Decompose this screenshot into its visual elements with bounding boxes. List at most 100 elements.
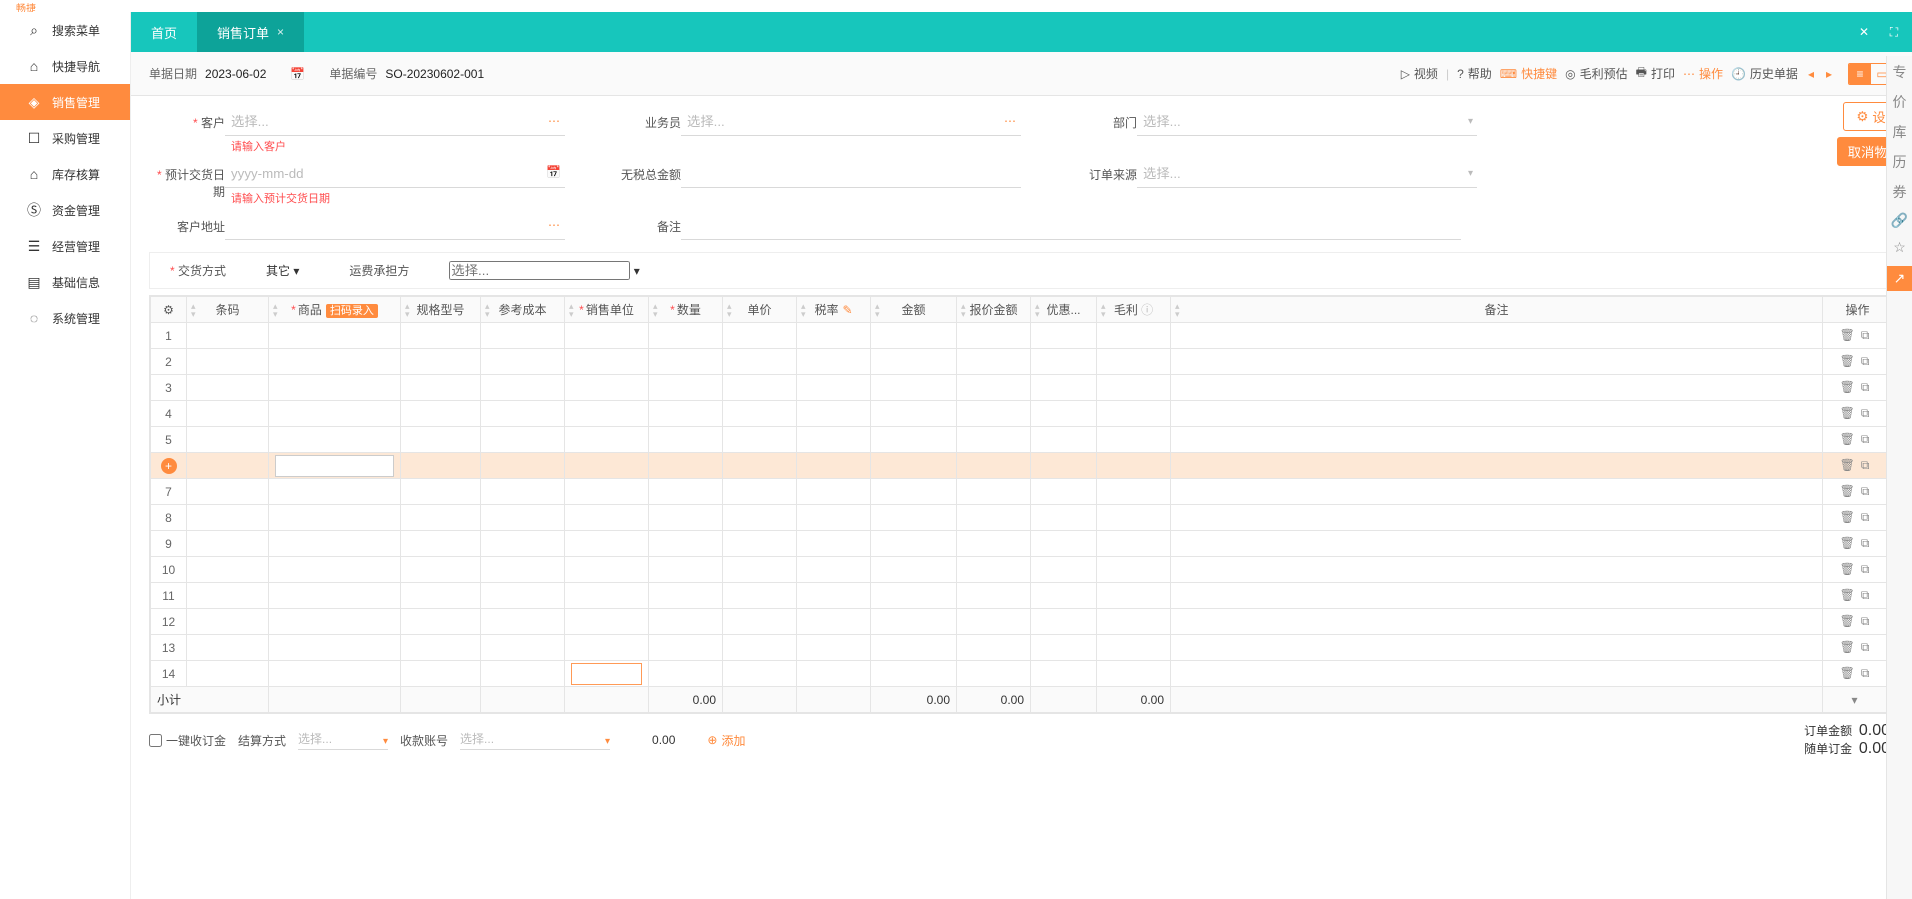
table-row[interactable]: 7🗑⧉ [151, 479, 1893, 505]
cell[interactable] [187, 323, 269, 349]
delete-icon[interactable]: 🗑 [1840, 536, 1861, 550]
cell[interactable] [187, 401, 269, 427]
table-row[interactable]: 8🗑⧉ [151, 505, 1893, 531]
cell[interactable] [871, 453, 957, 479]
cell[interactable] [187, 505, 269, 531]
cell[interactable] [957, 349, 1031, 375]
cell[interactable] [797, 609, 871, 635]
close-icon[interactable]: × [277, 25, 284, 39]
cell[interactable] [1097, 505, 1171, 531]
cell[interactable] [1171, 479, 1823, 505]
col-quote[interactable]: ▴▾报价金额 [957, 297, 1031, 323]
sidebar-item-business[interactable]: ☰ 经营管理 [0, 228, 130, 264]
rail-star-icon[interactable]: ☆ [1893, 239, 1906, 256]
cell[interactable] [871, 323, 957, 349]
table-row[interactable]: 11🗑⧉ [151, 583, 1893, 609]
table-row[interactable]: 12🗑⧉ [151, 609, 1893, 635]
cell[interactable] [481, 375, 565, 401]
cell[interactable] [1031, 323, 1097, 349]
cell[interactable] [723, 323, 797, 349]
copy-icon[interactable]: ⧉ [1861, 536, 1876, 550]
cell[interactable] [649, 479, 723, 505]
cell[interactable] [401, 661, 481, 687]
cell[interactable] [187, 635, 269, 661]
delete-icon[interactable]: 🗑 [1840, 614, 1861, 628]
cell[interactable] [1097, 661, 1171, 687]
cell[interactable] [401, 583, 481, 609]
cell[interactable] [1031, 583, 1097, 609]
account-select[interactable]: 选择...▾ [460, 730, 610, 750]
delete-icon[interactable]: 🗑 [1840, 380, 1861, 394]
col-unit[interactable]: ▴▾*销售单位 [565, 297, 649, 323]
cell[interactable] [1097, 609, 1171, 635]
cell[interactable] [187, 453, 269, 479]
table-row[interactable]: 4🗑⧉ [151, 401, 1893, 427]
delete-icon[interactable]: 🗑 [1840, 432, 1861, 446]
copy-icon[interactable]: ⧉ [1861, 484, 1876, 498]
cell[interactable] [269, 401, 401, 427]
edit-icon[interactable]: ✎ [842, 303, 852, 317]
settle-select[interactable]: 选择...▾ [298, 730, 388, 750]
copy-icon[interactable]: ⧉ [1861, 666, 1876, 680]
cell[interactable] [481, 531, 565, 557]
cell[interactable] [957, 427, 1031, 453]
col-taxrate[interactable]: ▴▾税率✎ [797, 297, 871, 323]
video-button[interactable]: ▷ 视频 [1401, 65, 1438, 82]
cell[interactable] [481, 401, 565, 427]
cell[interactable] [723, 557, 797, 583]
customer-input[interactable] [225, 108, 565, 136]
tabs-fullscreen-button[interactable]: ⛶ [1884, 25, 1904, 40]
col-discount[interactable]: ▴▾优惠... [1031, 297, 1097, 323]
lookup-icon[interactable]: ⋯ [548, 218, 561, 232]
cell[interactable] [1031, 427, 1097, 453]
cell[interactable] [1171, 661, 1823, 687]
cell[interactable] [1171, 557, 1823, 583]
copy-icon[interactable]: ⧉ [1861, 588, 1876, 602]
delete-icon[interactable]: 🗑 [1840, 640, 1861, 654]
cell[interactable] [723, 583, 797, 609]
row-ops[interactable]: 🗑⧉ [1823, 323, 1893, 349]
list-view-icon[interactable]: ≡ [1849, 64, 1871, 84]
cell[interactable] [269, 661, 401, 687]
cell[interactable] [871, 505, 957, 531]
cell[interactable] [871, 557, 957, 583]
cell[interactable] [1097, 583, 1171, 609]
cell[interactable] [871, 531, 957, 557]
cell[interactable] [269, 375, 401, 401]
cell[interactable] [269, 609, 401, 635]
rail-item[interactable]: 库 [1893, 122, 1907, 142]
doc-date-value[interactable]: 2023-06-02 [205, 67, 266, 81]
cell[interactable] [481, 323, 565, 349]
cell[interactable] [481, 427, 565, 453]
cell[interactable] [1031, 505, 1097, 531]
row-ops[interactable]: 🗑⧉ [1823, 661, 1893, 687]
cell[interactable] [187, 609, 269, 635]
copy-icon[interactable]: ⧉ [1861, 380, 1876, 394]
cell[interactable] [797, 635, 871, 661]
cell[interactable] [957, 453, 1031, 479]
delete-icon[interactable]: 🗑 [1840, 406, 1861, 420]
copy-icon[interactable]: ⧉ [1861, 406, 1876, 420]
cell[interactable] [957, 557, 1031, 583]
cell[interactable] [871, 401, 957, 427]
cell[interactable] [1031, 453, 1097, 479]
cell[interactable] [723, 479, 797, 505]
cell[interactable] [1171, 375, 1823, 401]
row-ops[interactable]: 🗑⧉ [1823, 479, 1893, 505]
calendar-icon[interactable]: 📅 [546, 165, 561, 179]
rail-item[interactable]: 专 [1893, 62, 1907, 82]
cell[interactable] [1031, 557, 1097, 583]
table-row[interactable]: +🗑⧉ [151, 453, 1893, 479]
copy-icon[interactable]: ⧉ [1861, 458, 1876, 472]
cell[interactable] [1031, 479, 1097, 505]
cell[interactable] [187, 557, 269, 583]
chevron-down-icon[interactable]: ▾ [1468, 168, 1473, 179]
table-row[interactable]: 1🗑⧉ [151, 323, 1893, 349]
cell[interactable] [565, 505, 649, 531]
cell[interactable] [957, 583, 1031, 609]
table-row[interactable]: 14🗑⧉ [151, 661, 1893, 687]
cell[interactable] [957, 505, 1031, 531]
lookup-icon[interactable]: ⋯ [548, 114, 561, 128]
cell[interactable] [401, 609, 481, 635]
cell[interactable] [481, 479, 565, 505]
